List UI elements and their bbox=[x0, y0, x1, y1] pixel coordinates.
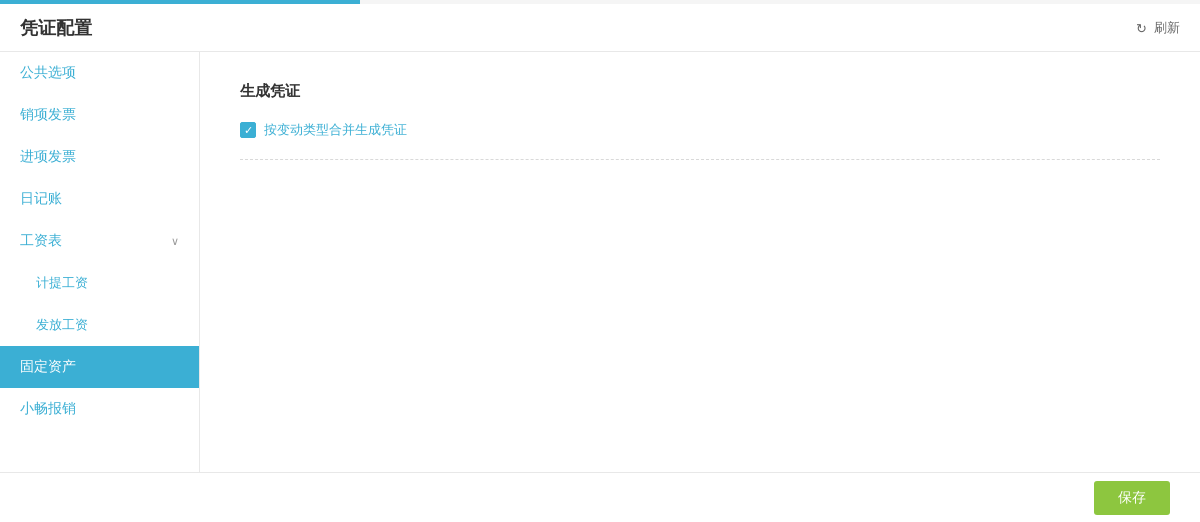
checkmark-icon: ✓ bbox=[244, 125, 253, 136]
sidebar-item-label: 日记账 bbox=[20, 190, 62, 208]
sidebar-item-label: 工资表 bbox=[20, 232, 62, 250]
sidebar-item-label: 发放工资 bbox=[36, 316, 88, 334]
sidebar-item-label: 公共选项 bbox=[20, 64, 76, 82]
sidebar: 公共选项销项发票进项发票日记账工资表 ∨ 计提工资发放工资固定资产小畅报销 bbox=[0, 52, 200, 472]
section-divider bbox=[240, 159, 1160, 160]
sidebar-item-purchase-invoice[interactable]: 进项发票 bbox=[0, 136, 199, 178]
sidebar-item-label: 进项发票 bbox=[20, 148, 76, 166]
sidebar-item-label: 销项发票 bbox=[20, 106, 76, 124]
merge-by-type-label[interactable]: 按变动类型合并生成凭证 bbox=[264, 121, 407, 139]
refresh-label: 刷新 bbox=[1154, 19, 1180, 37]
page-title: 凭证配置 bbox=[20, 16, 92, 40]
merge-by-type-row: ✓ 按变动类型合并生成凭证 bbox=[240, 121, 1160, 139]
merge-by-type-checkbox[interactable]: ✓ bbox=[240, 122, 256, 138]
section-title: 生成凭证 bbox=[240, 82, 1160, 101]
sidebar-item-label: 计提工资 bbox=[36, 274, 88, 292]
content-area: 生成凭证 ✓ 按变动类型合并生成凭证 bbox=[200, 52, 1200, 472]
sidebar-item-expense-reimbursement[interactable]: 小畅报销 bbox=[0, 388, 199, 430]
save-button[interactable]: 保存 bbox=[1094, 481, 1170, 515]
main-layout: 公共选项销项发票进项发票日记账工资表 ∨ 计提工资发放工资固定资产小畅报销 生成凭证… bbox=[0, 52, 1200, 472]
sidebar-item-payroll-table[interactable]: 工资表 ∨ bbox=[0, 220, 199, 262]
sidebar-item-sales-invoice[interactable]: 销项发票 bbox=[0, 94, 199, 136]
page-footer: 保存 bbox=[0, 472, 1200, 522]
sidebar-item-salary-payment[interactable]: 发放工资 bbox=[0, 304, 199, 346]
sidebar-item-salary-accrual[interactable]: 计提工资 bbox=[0, 262, 199, 304]
sidebar-item-fixed-assets[interactable]: 固定资产 bbox=[0, 346, 199, 388]
refresh-button[interactable]: ↻ 刷新 bbox=[1136, 19, 1180, 37]
chevron-down-icon: ∨ bbox=[171, 235, 179, 248]
sidebar-item-public-options[interactable]: 公共选项 bbox=[0, 52, 199, 94]
refresh-icon: ↻ bbox=[1136, 21, 1150, 35]
sidebar-item-label: 小畅报销 bbox=[20, 400, 76, 418]
sidebar-item-label: 固定资产 bbox=[20, 358, 76, 376]
sidebar-item-journal[interactable]: 日记账 bbox=[0, 178, 199, 220]
page-header: 凭证配置 ↻ 刷新 bbox=[0, 4, 1200, 52]
